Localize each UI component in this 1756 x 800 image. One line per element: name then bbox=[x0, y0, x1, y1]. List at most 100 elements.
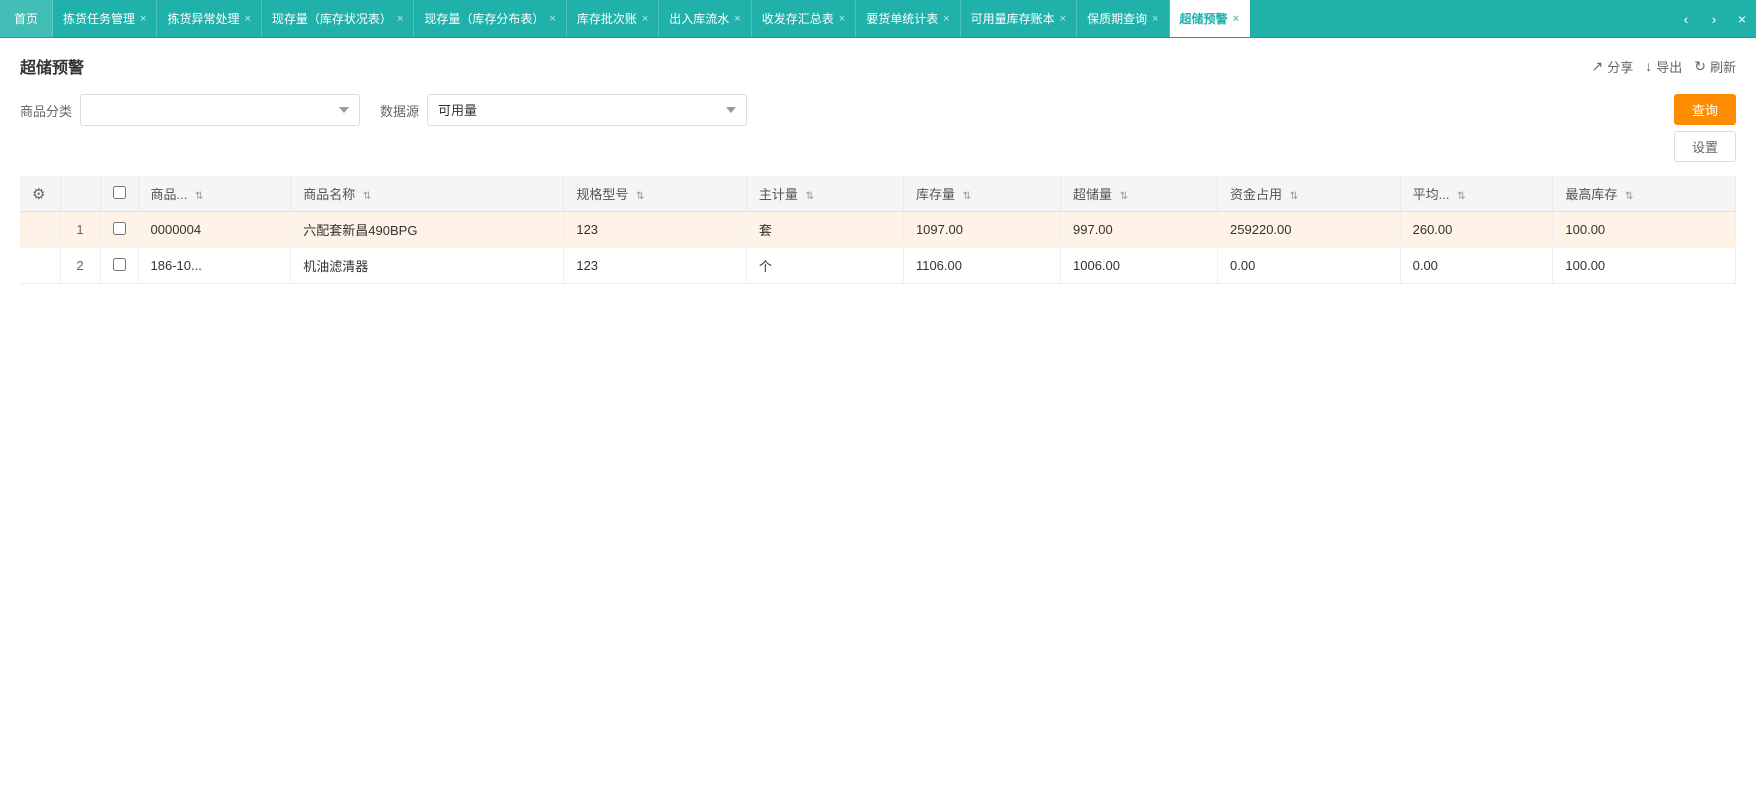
close-tab-2-icon[interactable]: × bbox=[244, 13, 250, 25]
row-checkbox-cell[interactable] bbox=[100, 212, 138, 248]
close-tab-1-icon[interactable]: × bbox=[140, 13, 146, 25]
category-label: 商品分类 bbox=[20, 101, 72, 120]
close-tab-4-icon[interactable]: × bbox=[549, 13, 555, 25]
tab-1[interactable]: 拣货任务管理 × bbox=[53, 0, 157, 38]
tab-5[interactable]: 库存批次账 × bbox=[567, 0, 659, 38]
close-tab-5-icon[interactable]: × bbox=[642, 13, 648, 25]
close-tab-6-icon[interactable]: × bbox=[734, 13, 740, 25]
row-unit: 个 bbox=[746, 248, 903, 284]
table-row: 1 0000004 六配套新昌490BPG 123 套 1097.00 997.… bbox=[20, 212, 1736, 248]
th-product-code[interactable]: 商品... ⇅ bbox=[138, 176, 291, 212]
page-content: 超储预警 ↗ 分享 ↓ 导出 ↻ 刷新 商品分类 数据源 bbox=[0, 38, 1756, 800]
sort-overflow-icon: ⇅ bbox=[1120, 191, 1128, 202]
row-max-stock: 100.00 bbox=[1553, 212, 1736, 248]
sort-product-name-icon: ⇅ bbox=[363, 191, 371, 202]
category-select[interactable] bbox=[80, 94, 360, 126]
settings-button[interactable]: 设置 bbox=[1674, 131, 1736, 162]
refresh-button[interactable]: ↻ 刷新 bbox=[1694, 57, 1736, 76]
close-tab-8-icon[interactable]: × bbox=[943, 13, 949, 25]
row-stock: 1097.00 bbox=[903, 212, 1060, 248]
tab-7[interactable]: 收发存汇总表 × bbox=[752, 0, 856, 38]
row-max-stock: 100.00 bbox=[1553, 248, 1736, 284]
row-overflow: 997.00 bbox=[1061, 212, 1218, 248]
datasource-select[interactable]: 可用量 库存量 bbox=[427, 94, 747, 126]
row-settings-cell bbox=[20, 248, 60, 284]
th-max-stock[interactable]: 最高库存 ⇅ bbox=[1553, 176, 1736, 212]
close-tab-10-icon[interactable]: × bbox=[1152, 13, 1158, 25]
row-product-code: 186-10... bbox=[138, 248, 291, 284]
header-actions: ↗ 分享 ↓ 导出 ↻ 刷新 bbox=[1591, 57, 1736, 76]
row-checkbox-cell[interactable] bbox=[100, 248, 138, 284]
top-navigation: 首页 拣货任务管理 × 拣货异常处理 × 现存量（库存状况表） × 现存量（库存… bbox=[0, 0, 1756, 38]
row-avg: 260.00 bbox=[1400, 212, 1553, 248]
sort-unit-icon: ⇅ bbox=[806, 191, 814, 202]
query-button[interactable]: 查询 bbox=[1674, 94, 1736, 125]
row-capital: 0.00 bbox=[1218, 248, 1401, 284]
nav-home[interactable]: 首页 bbox=[0, 0, 53, 38]
tab-11[interactable]: 超储预警 × bbox=[1170, 0, 1250, 38]
row-product-code: 0000004 bbox=[138, 212, 291, 248]
export-button[interactable]: ↓ 导出 bbox=[1645, 57, 1682, 76]
row-spec: 123 bbox=[564, 248, 747, 284]
th-capital[interactable]: 资金占用 ⇅ bbox=[1218, 176, 1401, 212]
datasource-label: 数据源 bbox=[380, 101, 419, 120]
row-settings-cell bbox=[20, 212, 60, 248]
tab-2[interactable]: 拣货异常处理 × bbox=[157, 0, 261, 38]
nav-arrow-left-button[interactable]: ‹ bbox=[1672, 0, 1700, 38]
sort-spec-icon: ⇅ bbox=[636, 191, 644, 202]
tab-8[interactable]: 要货单统计表 × bbox=[856, 0, 960, 38]
refresh-icon: ↻ bbox=[1694, 58, 1706, 75]
tab-9[interactable]: 可用量库存账本 × bbox=[961, 0, 1077, 38]
close-tab-3-icon[interactable]: × bbox=[397, 13, 403, 25]
tab-6[interactable]: 出入库流水 × bbox=[659, 0, 751, 38]
row-capital: 259220.00 bbox=[1218, 212, 1401, 248]
th-checkbox bbox=[100, 176, 138, 212]
filter-buttons: 查询 设置 bbox=[1674, 94, 1736, 162]
th-stock[interactable]: 库存量 ⇅ bbox=[903, 176, 1060, 212]
sort-capital-icon: ⇅ bbox=[1290, 191, 1298, 202]
sort-product-code-icon: ⇅ bbox=[195, 191, 203, 202]
th-overflow[interactable]: 超储量 ⇅ bbox=[1061, 176, 1218, 212]
datasource-filter: 数据源 可用量 库存量 bbox=[380, 94, 747, 126]
row-stock: 1106.00 bbox=[903, 248, 1060, 284]
row-product-name: 机油滤清器 bbox=[291, 248, 564, 284]
row-num-cell: 1 bbox=[60, 212, 100, 248]
th-avg[interactable]: 平均... ⇅ bbox=[1400, 176, 1553, 212]
share-icon: ↗ bbox=[1591, 58, 1603, 75]
th-spec[interactable]: 规格型号 ⇅ bbox=[564, 176, 747, 212]
select-all-checkbox[interactable] bbox=[113, 186, 126, 199]
close-tab-11-icon[interactable]: × bbox=[1233, 13, 1239, 25]
sort-max-stock-icon: ⇅ bbox=[1625, 191, 1633, 202]
sort-avg-icon: ⇅ bbox=[1457, 191, 1465, 202]
tab-10[interactable]: 保质期查询 × bbox=[1077, 0, 1169, 38]
row-spec: 123 bbox=[564, 212, 747, 248]
data-table: ⚙ 商品... ⇅ 商品名称 ⇅ 规格型号 ⇅ bbox=[20, 176, 1736, 284]
nav-arrow-right-button[interactable]: › bbox=[1700, 0, 1728, 38]
table-row: 2 186-10... 机油滤清器 123 个 1106.00 1006.00 … bbox=[20, 248, 1736, 284]
close-tab-7-icon[interactable]: × bbox=[839, 13, 845, 25]
page-header: 超储预警 ↗ 分享 ↓ 导出 ↻ 刷新 bbox=[20, 54, 1736, 78]
row-num-cell: 2 bbox=[60, 248, 100, 284]
sort-stock-icon: ⇅ bbox=[963, 191, 971, 202]
nav-arrows: ‹ › × bbox=[1672, 0, 1756, 38]
tab-4[interactable]: 现存量（库存分布表） × bbox=[414, 0, 566, 38]
th-unit[interactable]: 主计量 ⇅ bbox=[746, 176, 903, 212]
nav-arrow-close-button[interactable]: × bbox=[1728, 0, 1756, 38]
tab-3[interactable]: 现存量（库存状况表） × bbox=[262, 0, 414, 38]
row-avg: 0.00 bbox=[1400, 248, 1553, 284]
row-checkbox[interactable] bbox=[113, 258, 126, 271]
row-unit: 套 bbox=[746, 212, 903, 248]
row-overflow: 1006.00 bbox=[1061, 248, 1218, 284]
category-filter: 商品分类 bbox=[20, 94, 360, 126]
export-icon: ↓ bbox=[1645, 58, 1652, 74]
row-checkbox[interactable] bbox=[113, 222, 126, 235]
row-product-name: 六配套新昌490BPG bbox=[291, 212, 564, 248]
share-button[interactable]: ↗ 分享 bbox=[1591, 57, 1633, 76]
settings-gear-icon[interactable]: ⚙ bbox=[32, 186, 45, 203]
page-title: 超储预警 bbox=[20, 54, 84, 78]
th-settings: ⚙ bbox=[20, 176, 60, 212]
close-tab-9-icon[interactable]: × bbox=[1060, 13, 1066, 25]
th-product-name[interactable]: 商品名称 ⇅ bbox=[291, 176, 564, 212]
th-num bbox=[60, 176, 100, 212]
table-header-row: ⚙ 商品... ⇅ 商品名称 ⇅ 规格型号 ⇅ bbox=[20, 176, 1736, 212]
